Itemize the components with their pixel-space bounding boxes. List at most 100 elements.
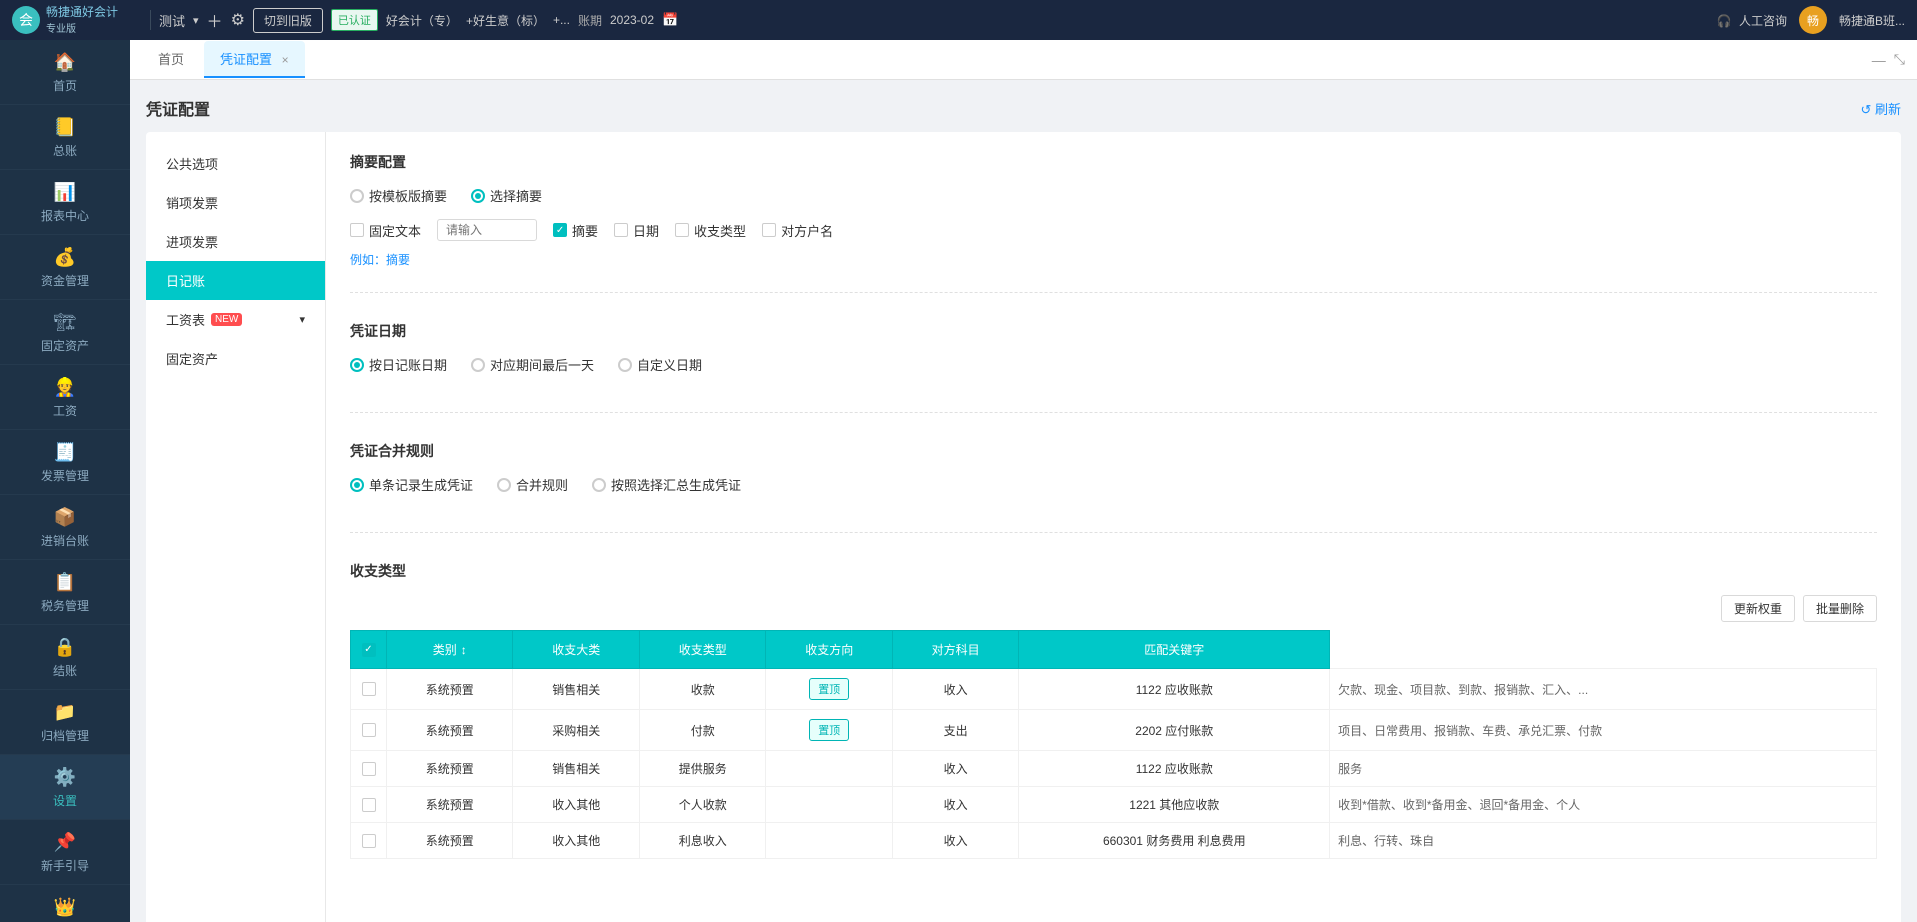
radio-custom-date-label: 自定义日期 [637,355,702,374]
row3-checkbox[interactable] [351,787,387,823]
row3-check[interactable] [362,798,376,812]
sidebar-home-label: 首页 [53,77,77,94]
sidebar-item-archive[interactable]: 📁 归档管理 [0,690,130,755]
fixed-text-input[interactable] [437,219,537,241]
checkbox-summary[interactable]: ✓ 摘要 [553,221,598,240]
row2-category: 系统预置 [387,751,513,787]
th-big-type: 收支大类 [513,631,639,669]
sidebar-item-funds[interactable]: 💰 资金管理 [0,235,130,300]
row0-tag[interactable]: 置顶 [766,669,892,710]
row3-tag [766,787,892,823]
logo-icon: 会 [12,6,40,34]
radio-custom-date[interactable]: 自定义日期 [618,355,702,374]
sidebar-item-salary[interactable]: 👷 工资 [0,365,130,430]
add-icon[interactable]: ＋ [207,8,223,32]
row4-direction: 收入 [892,823,1018,859]
sidebar-item-home[interactable]: 🏠 首页 [0,40,130,105]
th-keywords: 匹配关键字 [1019,631,1330,669]
radio-template[interactable]: 按模板版摘要 [350,186,447,205]
sidebar-item-settings[interactable]: ⚙️ 设置 [0,755,130,820]
radio-select[interactable]: 选择摘要 [471,186,542,205]
left-nav-purchase[interactable]: 进项发票 [146,222,325,261]
sidebar-item-invoice[interactable]: 🧾 发票管理 [0,430,130,495]
th-checkbox[interactable]: ✓ [351,631,387,669]
tag3: +... [553,13,570,27]
sidebar-item-purchase[interactable]: 📦 进销台账 [0,495,130,560]
th-category: 类别 ↕ [387,631,513,669]
update-weight-button[interactable]: 更新权重 [1721,595,1795,622]
home-icon: 🏠 [54,52,76,73]
row0-direction: 收入 [892,669,1018,710]
checkbox-fixed-text-box [350,223,364,237]
refresh-icon: ↺ [1860,102,1875,117]
row4-check[interactable] [362,834,376,848]
period-label: 账期 [578,12,602,29]
radio-period-last[interactable]: 对应期间最后一天 [471,355,594,374]
checkbox-type[interactable]: 收支类型 [675,221,746,240]
tab-home[interactable]: 首页 [142,41,200,78]
sidebar-item-assets[interactable]: 🏗 固定资产 [0,300,130,365]
invoice-icon: 🧾 [54,442,76,463]
left-nav-journal[interactable]: 日记账 [146,261,325,300]
checkbox-date[interactable]: 日期 [614,221,659,240]
row2-checkbox[interactable] [351,751,387,787]
sidebar-item-guide[interactable]: 📌 新手引导 [0,820,130,885]
certified-tag: 已认证 [331,9,378,31]
tag2: +好生意（标） [466,12,545,29]
row2-check[interactable] [362,762,376,776]
left-nav-fixed-assets[interactable]: 固定资产 [146,339,325,378]
test-label[interactable]: 测试 [159,11,185,30]
dropdown-icon[interactable]: ▾ [193,14,199,27]
radio-select-total-label: 按照选择汇总生成凭证 [611,475,741,494]
row1-category: 系统预置 [387,710,513,751]
settings-icon[interactable]: ⚙ [231,10,245,30]
checkbox-counterparty[interactable]: 对方户名 [762,221,833,240]
sidebar-item-tax[interactable]: 📋 税务管理 [0,560,130,625]
row4-checkbox[interactable] [351,823,387,859]
radio-single[interactable]: 单条记录生成凭证 [350,475,473,494]
switch-button[interactable]: 切到旧版 [253,8,323,33]
sidebar-item-close[interactable]: 🔒 结账 [0,625,130,690]
period-value[interactable]: 2023-02 [610,13,654,27]
row3-direction: 收入 [892,787,1018,823]
username[interactable]: 畅捷通B班... [1839,12,1905,29]
table-header-row: ✓ 类别 ↕ 收支大类 [351,631,1877,669]
row3-type: 个人收款 [639,787,765,823]
row2-tag [766,751,892,787]
config-area: 摘要配置 按模板版摘要 选择摘要 [326,132,1901,922]
tab-voucher-config[interactable]: 凭证配置 × [204,41,305,78]
tab-close-icon[interactable]: × [282,53,289,67]
radio-journal-date[interactable]: 按日记账日期 [350,355,447,374]
radio-select-total[interactable]: 按照选择汇总生成凭证 [592,475,741,494]
sidebar-item-reports[interactable]: 📊 报表中心 [0,170,130,235]
sidebar-purchase-label: 进销台账 [41,532,89,549]
refresh-button[interactable]: ↺ 刷新 [1860,99,1901,118]
merge-section: 凭证合并规则 单条记录生成凭证 合并规则 [350,441,1877,533]
close-period-icon: 🔒 [54,637,76,658]
row0-check[interactable] [362,682,376,696]
row1-check[interactable] [362,723,376,737]
row1-checkbox[interactable] [351,710,387,751]
table-row: 系统预置 销售相关 提供服务 收入 1122 应收账款 服务 [351,751,1877,787]
sidebar-item-member[interactable]: 👑 畅会员 [0,885,130,922]
calendar-icon[interactable]: 📅 [662,12,678,28]
category-sort[interactable]: 类别 ↕ [395,641,504,658]
batch-delete-button[interactable]: 批量删除 [1803,595,1877,622]
left-nav-sales[interactable]: 销项发票 [146,183,325,222]
radio-merge[interactable]: 合并规则 [497,475,568,494]
customer-service[interactable]: 🎧 人工咨询 [1717,12,1787,29]
left-nav-payroll[interactable]: 工资表 NEW ▾ [146,300,325,339]
checkbox-fixed-text[interactable]: 固定文本 [350,221,421,240]
sidebar-item-ledger[interactable]: 📒 总账 [0,105,130,170]
row4-subject: 660301 财务费用 利息费用 [1019,823,1330,859]
left-nav-public[interactable]: 公共选项 [146,144,325,183]
window-minimize-button[interactable]: — [1872,51,1886,68]
row0-checkbox[interactable] [351,669,387,710]
select-all-checkbox[interactable]: ✓ [362,643,376,657]
window-maximize-button[interactable]: ⤡ [1894,51,1905,68]
row4-category: 系统预置 [387,823,513,859]
table-actions: 更新权重 批量删除 [350,595,1877,622]
user-avatar[interactable]: 畅 [1799,6,1827,34]
row1-tag[interactable]: 置顶 [766,710,892,751]
radio-template-circle [350,189,364,203]
